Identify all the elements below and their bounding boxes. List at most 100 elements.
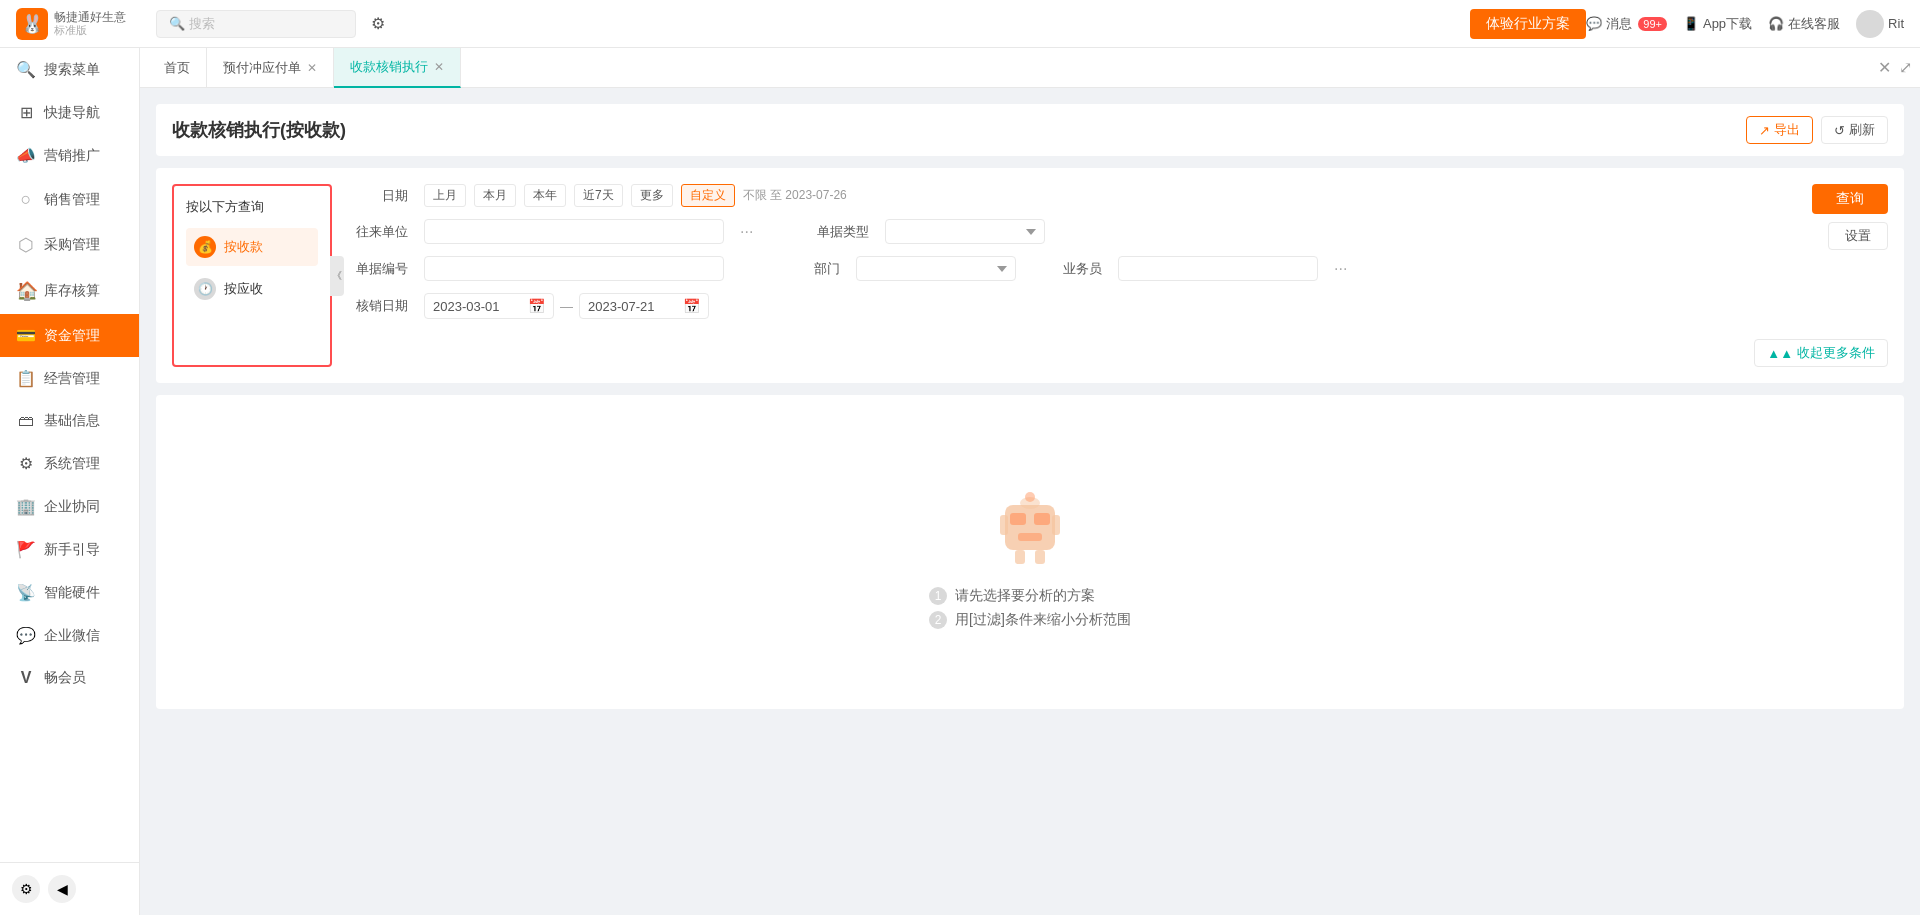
collapse-filter-left-icon[interactable]: 《 [330,256,344,296]
tip-num-1: 1 [929,587,947,605]
tab-bar-actions: ✕ ⤢ [1878,58,1912,77]
sidebar-item-member[interactable]: V 畅会员 [0,657,139,699]
close-collection-tab-icon[interactable]: ✕ [434,60,444,74]
empty-tip-2: 2 用[过滤]条件来缩小分析范围 [929,611,1131,629]
sidebar-item-finance[interactable]: 💳 资金管理 [0,314,139,357]
counterparty-input[interactable] [424,219,724,244]
query-button[interactable]: 查询 [1812,184,1888,214]
top-bar-center: 体验行业方案 [1470,9,1586,39]
sidebar-item-system[interactable]: ⚙ 系统管理 [0,442,139,485]
tab-prepay[interactable]: 预付冲应付单 ✕ [207,48,334,88]
gear-settings-icon[interactable]: ⚙ [364,10,392,38]
more-btn[interactable]: 更多 [631,184,673,207]
logo-text: 畅捷通好生意 标准版 [54,10,126,38]
department-label: 部门 [780,260,840,278]
svg-rect-4 [1000,515,1008,535]
collapse-more-button[interactable]: ▲▲ 收起更多条件 [1754,339,1888,367]
filter-option-by-receipt[interactable]: 💰 按收款 [186,228,318,266]
salesperson-dots[interactable]: ··· [1334,260,1347,278]
page-title: 收款核销执行(按收款) [172,118,346,142]
this-month-btn[interactable]: 本月 [474,184,516,207]
collapse-sidebar-icon[interactable]: ◀ [48,875,76,903]
app-download-icon: 📱 [1683,16,1699,31]
logo-icon: 🐰 [16,8,48,40]
department-select[interactable] [856,256,1016,281]
tip-num-2: 2 [929,611,947,629]
doc-number-input[interactable] [424,256,724,281]
filter-left-title: 按以下方查询 [186,198,318,216]
sidebar-item-search[interactable]: 🔍 搜索菜单 [0,48,139,91]
marketing-icon: 📣 [16,146,36,165]
writeoff-start-input[interactable]: 2023-03-01 📅 [424,293,554,319]
tab-home[interactable]: 首页 [148,48,207,88]
sidebar: 🔍 搜索菜单 ⊞ 快捷导航 📣 营销推广 ○ 销售管理 ⬡ 采购管理 🏠 库存核… [0,48,140,915]
system-icon: ⚙ [16,454,36,473]
page-content: 收款核销执行(按收款) ↗ 导出 ↺ 刷新 按以下方查询 💰 按收款 [140,88,1920,915]
headset-icon: 🎧 [1768,16,1784,31]
sidebar-item-purchase[interactable]: ⬡ 采购管理 [0,222,139,268]
svg-rect-3 [1018,533,1042,541]
counterparty-dots[interactable]: ··· [740,223,753,241]
sidebar-item-enterprise[interactable]: 🏢 企业协同 [0,485,139,528]
page-header: 收款核销执行(按收款) ↗ 导出 ↺ 刷新 [156,104,1904,156]
svg-rect-5 [1052,515,1060,535]
filter-option-by-receivable[interactable]: 🕐 按应收 [186,270,318,308]
writeoff-date-range: 2023-03-01 📅 — 2023-07-21 📅 [424,293,709,319]
content-area: 1 请先选择要分析的方案 2 用[过滤]条件来缩小分析范围 [156,395,1904,709]
svg-rect-2 [1034,513,1050,525]
filter-settings-button[interactable]: 设置 [1828,222,1888,250]
last-7-days-btn[interactable]: 近7天 [574,184,623,207]
top-search-bar[interactable]: 🔍 搜索 [156,10,356,38]
close-all-tabs-icon[interactable]: ✕ [1878,58,1891,77]
sidebar-item-guide[interactable]: 🚩 新手引导 [0,528,139,571]
sidebar-item-operations[interactable]: 📋 经营管理 [0,357,139,400]
finance-icon: 💳 [16,326,36,345]
online-service-action[interactable]: 🎧 在线客服 [1768,15,1840,33]
calendar-end-icon[interactable]: 📅 [683,298,700,314]
custom-date-btn[interactable]: 自定义 [681,184,735,207]
wechat-icon: 💬 [16,626,36,645]
page-header-actions: ↗ 导出 ↺ 刷新 [1746,116,1888,144]
empty-illustration [980,475,1080,575]
settings-bottom-icon[interactable]: ⚙ [12,875,40,903]
close-prepay-tab-icon[interactable]: ✕ [307,61,317,75]
user-profile[interactable]: Rit [1856,10,1904,38]
writeoff-end-input[interactable]: 2023-07-21 📅 [579,293,709,319]
messages-action[interactable]: 💬 消息 99+ [1586,15,1667,33]
tab-collection[interactable]: 收款核销执行 ✕ [334,48,461,88]
purchase-icon: ⬡ [16,234,36,256]
top-bar-right: 💬 消息 99+ 📱 App下载 🎧 在线客服 Rit [1586,10,1904,38]
last-month-btn[interactable]: 上月 [424,184,466,207]
this-year-btn[interactable]: 本年 [524,184,566,207]
trial-button[interactable]: 体验行业方案 [1470,9,1586,39]
expand-window-icon[interactable]: ⤢ [1899,58,1912,77]
empty-tips: 1 请先选择要分析的方案 2 用[过滤]条件来缩小分析范围 [929,587,1131,629]
main-content: 首页 预付冲应付单 ✕ 收款核销执行 ✕ ✕ ⤢ 收款核销执行(按收款) ↗ 导… [140,48,1920,915]
sidebar-item-inventory[interactable]: 🏠 库存核算 [0,268,139,314]
sidebar-item-sales[interactable]: ○ 销售管理 [0,177,139,222]
calendar-start-icon[interactable]: 📅 [528,298,545,314]
date-button-group: 上月 本月 本年 近7天 更多 自定义 不限 至 2023-07-26 [424,184,847,207]
sidebar-item-marketing[interactable]: 📣 营销推广 [0,134,139,177]
doc-type-select[interactable] [885,219,1045,244]
tab-bar: 首页 预付冲应付单 ✕ 收款核销执行 ✕ ✕ ⤢ [140,48,1920,88]
top-bar: 🐰 畅捷通好生意 标准版 🔍 搜索 ⚙ 体验行业方案 💬 消息 99+ 📱 Ap… [0,0,1920,48]
svg-rect-1 [1010,513,1026,525]
export-button[interactable]: ↗ 导出 [1746,116,1813,144]
guide-icon: 🚩 [16,540,36,559]
app-download-action[interactable]: 📱 App下载 [1683,15,1752,33]
inventory-icon: 🏠 [16,280,36,302]
salesperson-input[interactable] [1118,256,1318,281]
sales-icon: ○ [16,189,36,210]
refresh-button[interactable]: ↺ 刷新 [1821,116,1888,144]
sidebar-item-basic[interactable]: 🗃 基础信息 [0,400,139,442]
sidebar-item-wechat[interactable]: 💬 企业微信 [0,614,139,657]
empty-tip-1: 1 请先选择要分析的方案 [929,587,1131,605]
sidebar-item-shortcut[interactable]: ⊞ 快捷导航 [0,91,139,134]
doc-type-label: 单据类型 [809,223,869,241]
counterparty-label: 往来单位 [348,223,408,241]
date-limit-text: 不限 至 2023-07-26 [743,187,847,204]
sidebar-item-smart[interactable]: 📡 智能硬件 [0,571,139,614]
svg-rect-0 [1005,505,1055,550]
home-icon: ⊞ [16,103,36,122]
